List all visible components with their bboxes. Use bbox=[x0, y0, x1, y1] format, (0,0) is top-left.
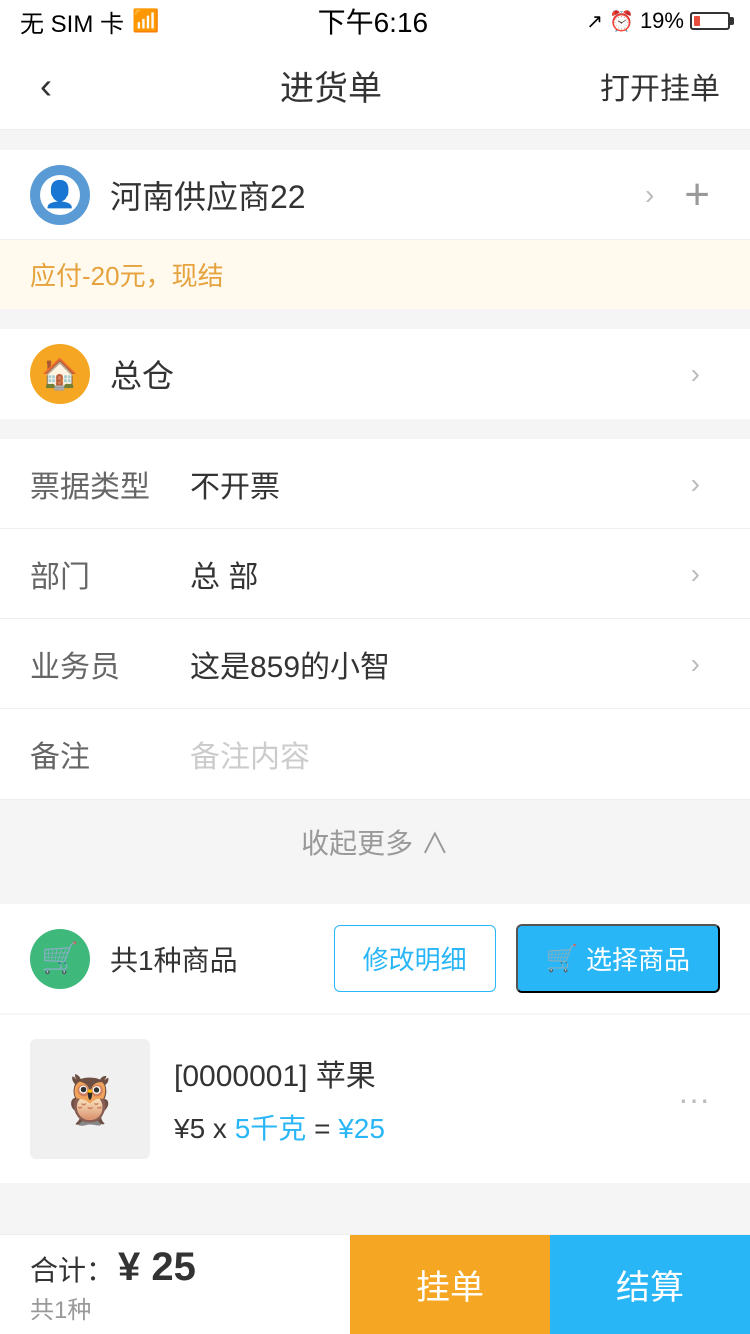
collapse-button[interactable]: 收起更多 ∧ bbox=[0, 799, 750, 884]
status-left: 无 SIM 卡 📶 bbox=[20, 4, 159, 39]
add-supplier-button[interactable]: + bbox=[674, 170, 720, 220]
spacer-1 bbox=[0, 130, 750, 150]
form-section: 票据类型 不开票 › 部门 总 部 › 业务员 这是859的小智 › 备注 备注… bbox=[0, 439, 750, 799]
hang-button[interactable]: 挂单 bbox=[350, 1235, 550, 1334]
supplier-row[interactable]: 👤 河南供应商22 › + bbox=[0, 150, 750, 240]
warehouse-icon-wrap: 🏠 bbox=[30, 344, 90, 404]
remark-input[interactable]: 备注内容 bbox=[170, 732, 720, 776]
warehouse-icon: 🏠 bbox=[41, 357, 78, 392]
ticket-type-row[interactable]: 票据类型 不开票 › bbox=[0, 439, 750, 529]
product-info: [0000001] 苹果 ¥5 x 5千克 = ¥25 bbox=[174, 1051, 644, 1147]
supplier-chevron-icon: › bbox=[645, 179, 654, 211]
warehouse-chevron-icon: › bbox=[691, 358, 700, 390]
carrier-label: 无 SIM 卡 bbox=[20, 4, 124, 39]
bottom-bar: 合计： ¥ 25 共1种 挂单 结算 bbox=[0, 1234, 750, 1334]
department-label: 部门 bbox=[30, 552, 170, 596]
select-product-icon: 🛒 bbox=[546, 943, 578, 974]
select-product-label: 选择商品 bbox=[586, 940, 690, 977]
product-title: 苹果 bbox=[316, 1060, 376, 1093]
spacer-2 bbox=[0, 309, 750, 329]
owl-icon: 🦉 bbox=[60, 1071, 120, 1128]
wifi-icon: 📶 bbox=[132, 8, 159, 34]
equals: = bbox=[314, 1113, 338, 1144]
total-area: 合计： ¥ 25 共1种 bbox=[0, 1245, 350, 1325]
supplier-section: 👤 河南供应商22 › + 应付-20元，现结 bbox=[0, 150, 750, 309]
subtotal: ¥25 bbox=[338, 1113, 385, 1144]
products-icon-wrap: 🛒 bbox=[30, 929, 90, 989]
page-title: 进货单 bbox=[280, 61, 382, 110]
warehouse-name: 总仓 bbox=[110, 351, 691, 397]
ticket-type-chevron-icon: › bbox=[691, 468, 700, 500]
product-thumbnail: 🦉 bbox=[30, 1039, 150, 1159]
battery-percent: 19% bbox=[640, 8, 684, 34]
status-bar: 无 SIM 卡 📶 下午6:16 ↗ ⏰ 19% bbox=[0, 0, 750, 42]
supplier-avatar: 👤 bbox=[30, 165, 90, 225]
salesperson-row[interactable]: 业务员 这是859的小智 › bbox=[0, 619, 750, 709]
shopping-icon: 🛒 bbox=[41, 941, 78, 976]
alarm-icon: ⏰ bbox=[609, 9, 634, 34]
salesperson-chevron-icon: › bbox=[691, 648, 700, 680]
checkout-button[interactable]: 结算 bbox=[550, 1235, 750, 1334]
ticket-type-label: 票据类型 bbox=[30, 462, 170, 506]
battery-icon bbox=[690, 12, 730, 30]
department-row[interactable]: 部门 总 部 › bbox=[0, 529, 750, 619]
supplier-notice: 应付-20元，现结 bbox=[0, 240, 750, 309]
warehouse-row[interactable]: 🏠 总仓 › bbox=[0, 329, 750, 419]
warehouse-section: 🏠 总仓 › bbox=[0, 329, 750, 419]
product-item: 🦉 [0000001] 苹果 ¥5 x 5千克 = ¥25 ··· bbox=[0, 1015, 750, 1183]
back-button[interactable]: ‹ bbox=[30, 55, 62, 117]
person-icon: 👤 bbox=[44, 179, 76, 210]
supplier-name: 河南供应商22 bbox=[110, 172, 645, 218]
nav-bar: ‹ 进货单 打开挂单 bbox=[0, 42, 750, 130]
remark-label: 备注 bbox=[30, 732, 170, 776]
location-icon: ↗ bbox=[586, 9, 603, 34]
product-id: [0000001] bbox=[174, 1060, 316, 1093]
product-name: [0000001] 苹果 bbox=[174, 1051, 644, 1095]
product-more-button[interactable]: ··· bbox=[668, 1071, 720, 1128]
ticket-type-value: 不开票 bbox=[170, 462, 691, 506]
total-amount: ¥ 25 bbox=[118, 1245, 196, 1290]
edit-detail-button[interactable]: 修改明细 bbox=[334, 925, 496, 992]
unit-price: ¥5 x bbox=[174, 1113, 235, 1144]
remark-row[interactable]: 备注 备注内容 bbox=[0, 709, 750, 799]
time-label: 下午6:16 bbox=[318, 1, 429, 41]
select-product-button[interactable]: 🛒 选择商品 bbox=[516, 924, 720, 993]
product-price: ¥5 x 5千克 = ¥25 bbox=[174, 1107, 644, 1147]
salesperson-value: 这是859的小智 bbox=[170, 642, 691, 686]
total-label: 合计： bbox=[30, 1249, 114, 1289]
products-header: 🛒 共1种商品 修改明细 🛒 选择商品 bbox=[0, 904, 750, 1013]
department-chevron-icon: › bbox=[691, 558, 700, 590]
total-count: 共1种 bbox=[30, 1290, 320, 1325]
department-value: 总 部 bbox=[170, 552, 691, 596]
quantity: 5千克 bbox=[235, 1113, 307, 1144]
open-hang-button[interactable]: 打开挂单 bbox=[600, 64, 720, 108]
status-right: ↗ ⏰ 19% bbox=[586, 8, 730, 34]
salesperson-label: 业务员 bbox=[30, 642, 170, 686]
products-count: 共1种商品 bbox=[110, 939, 314, 979]
